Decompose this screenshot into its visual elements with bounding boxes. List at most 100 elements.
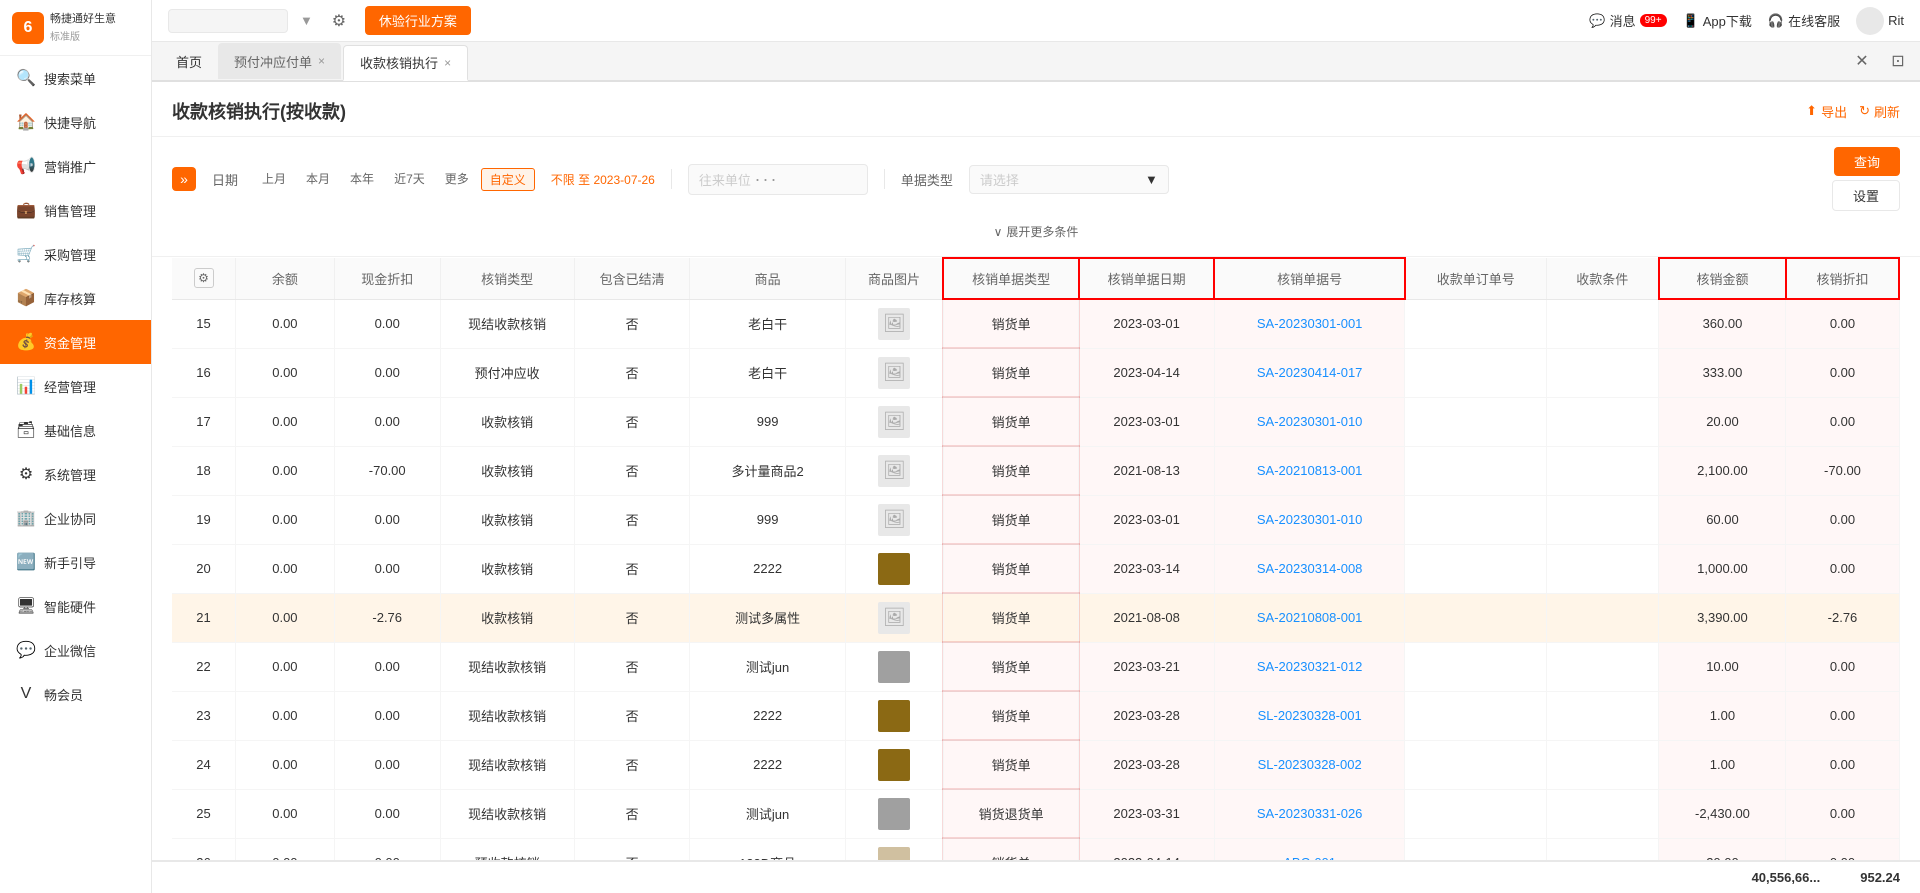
bill-no-link[interactable]: SA-20210813-001 — [1257, 463, 1363, 478]
cell-balance: 0.00 — [236, 838, 335, 860]
last-7days-button[interactable]: 近7天 — [386, 168, 433, 191]
cell-bill-no[interactable]: SA-20230414-017 — [1214, 348, 1405, 397]
sidebar-item-purchase[interactable]: 🛒 采购管理 — [0, 232, 151, 276]
cell-bill-no[interactable]: SA-20230321-012 — [1214, 642, 1405, 691]
user-profile[interactable]: Rit — [1856, 7, 1904, 35]
filter-bar: » 日期 上月 本月 本年 近7天 更多 自定义 不限 至 2023-07-26… — [152, 137, 1920, 257]
table-footer: 40,556,66... 952.24 — [152, 860, 1920, 893]
cell-amount: 1.00 — [1659, 740, 1786, 789]
goods-image: 🖼 — [878, 308, 910, 340]
bill-no-link[interactable]: SA-20210808-001 — [1257, 610, 1363, 625]
sidebar-item-inventory[interactable]: 📦 库存核算 — [0, 276, 151, 320]
query-button[interactable]: 查询 — [1834, 147, 1900, 176]
refresh-button[interactable]: ↻ 刷新 — [1859, 102, 1900, 121]
cell-receipt-no — [1405, 838, 1546, 860]
sidebar-item-base[interactable]: 🗃 基础信息 — [0, 408, 151, 452]
sidebar-item-biz[interactable]: 📊 经营管理 — [0, 364, 151, 408]
export-icon: ⬆ — [1806, 103, 1817, 119]
bill-type-select[interactable]: 请选择 ▼ — [969, 165, 1169, 194]
tab-receipt-cancel-close[interactable]: × — [444, 56, 451, 70]
tab-home[interactable]: 首页 — [160, 43, 218, 79]
cell-condition — [1546, 348, 1659, 397]
filter-toggle-button[interactable]: » — [172, 167, 196, 191]
sidebar-item-wechat[interactable]: 💬 企业微信 — [0, 628, 151, 672]
cell-bill-type: 销货单 — [943, 495, 1079, 544]
cell-bill-no[interactable]: SA-20210813-001 — [1214, 446, 1405, 495]
goods-image — [878, 749, 910, 781]
custom-date-button[interactable]: 自定义 — [481, 168, 535, 191]
col-header-type: 核销类型 — [440, 258, 574, 299]
sidebar-item-corp[interactable]: 🏢 企业协同 — [0, 496, 151, 540]
table-row: 240.000.00现结收款核销否2222销货单2023-03-28SL-202… — [172, 740, 1899, 789]
bill-no-link[interactable]: SA-20230331-026 — [1257, 806, 1363, 821]
tab-receipt-cancel[interactable]: 收款核销执行 × — [343, 45, 468, 81]
cell-bill-no[interactable]: SL-20230328-002 — [1214, 740, 1405, 789]
sidebar-item-member[interactable]: V 畅会员 — [0, 672, 151, 716]
sidebar-item-search[interactable]: 🔍 搜索菜单 — [0, 56, 151, 100]
cell-cash-discount: 0.00 — [334, 299, 440, 348]
sidebar-item-marketing[interactable]: 📢 营销推广 — [0, 144, 151, 188]
sidebar-item-label-inventory: 库存核算 — [44, 289, 96, 308]
cell-bill-no[interactable]: SL-20230328-001 — [1214, 691, 1405, 740]
bill-no-link[interactable]: SA-20230301-010 — [1257, 414, 1363, 429]
setting-button[interactable]: 设置 — [1832, 180, 1900, 211]
sidebar-item-nav[interactable]: 🏠 快捷导航 — [0, 100, 151, 144]
bill-no-link[interactable]: SL-20230328-001 — [1258, 708, 1362, 723]
cell-bill-no[interactable]: SA-20230314-008 — [1214, 544, 1405, 593]
cell-bill-no[interactable]: SA-20230331-026 — [1214, 789, 1405, 838]
expand-window-icon[interactable]: ⊡ — [1884, 47, 1912, 75]
expand-more-button[interactable]: ∨ 展开更多条件 — [988, 217, 1085, 246]
bill-no-link[interactable]: SL-20230328-002 — [1258, 757, 1362, 772]
message-button[interactable]: 💬 消息 99+ — [1589, 11, 1666, 30]
bill-no-link[interactable]: SA-20230314-008 — [1257, 561, 1363, 576]
table-row: 200.000.00收款核销否2222销货单2023-03-14SA-20230… — [172, 544, 1899, 593]
bill-no-link[interactable]: SA-20230321-012 — [1257, 659, 1363, 674]
expand-more-label: 展开更多条件 — [1006, 223, 1078, 240]
partner-filter-input[interactable]: 往来单位 ··· — [688, 164, 868, 195]
avatar — [1856, 7, 1884, 35]
goods-image: 🖼 — [878, 602, 910, 634]
sidebar-item-sales[interactable]: 💼 销售管理 — [0, 188, 151, 232]
search-input[interactable] — [168, 9, 288, 33]
sidebar-item-hardware[interactable]: 🖥 智能硬件 — [0, 584, 151, 628]
bill-no-link[interactable]: SA-20230301-001 — [1257, 316, 1363, 331]
export-button[interactable]: ⬆ 导出 — [1806, 102, 1847, 121]
cell-cash-discount: -2.76 — [334, 593, 440, 642]
last-month-button[interactable]: 上月 — [254, 168, 294, 191]
cell-bill-no[interactable]: SA-20210808-001 — [1214, 593, 1405, 642]
this-month-button[interactable]: 本月 — [298, 168, 338, 191]
chevron-down-icon[interactable]: ▼ — [300, 13, 313, 28]
industry-solution-button[interactable]: 休验行业方案 — [365, 6, 471, 35]
cell-bill-no[interactable]: SA-20230301-010 — [1214, 397, 1405, 446]
more-date-button[interactable]: 更多 — [437, 168, 477, 191]
cell-cash-discount: 0.00 — [334, 348, 440, 397]
tab-prepay-close[interactable]: × — [318, 54, 325, 68]
cell-bill-date: 2023-03-28 — [1079, 691, 1215, 740]
cell-bill-no[interactable]: SA-20230301-010 — [1214, 495, 1405, 544]
col-header-settings[interactable]: ⚙ — [172, 258, 236, 299]
bill-no-link[interactable]: SA-20230301-010 — [1257, 512, 1363, 527]
sidebar-item-sys[interactable]: ⚙ 系统管理 — [0, 452, 151, 496]
online-service-button[interactable]: 🎧 在线客服 — [1768, 11, 1840, 30]
app-download-button[interactable]: 📱 App下载 — [1683, 11, 1752, 30]
sidebar-item-finance[interactable]: 💰 资金管理 — [0, 320, 151, 364]
filter-divider — [671, 169, 672, 189]
cell-cash-discount: -70.00 — [334, 446, 440, 495]
tab-prepay[interactable]: 预付冲应付单 × — [218, 43, 341, 79]
cell-balance: 0.00 — [236, 593, 335, 642]
close-window-icon[interactable]: ✕ — [1848, 47, 1876, 75]
partner-more-icon[interactable]: ··· — [754, 169, 778, 189]
bill-no-link[interactable]: SA-20230414-017 — [1257, 365, 1363, 380]
cell-bill-no[interactable]: ABC-001 — [1214, 838, 1405, 860]
cell-bill-date: 2021-08-08 — [1079, 593, 1215, 642]
cell-bill-date: 2023-03-31 — [1079, 789, 1215, 838]
col-header-bill-type: 核销单据类型 — [943, 258, 1079, 299]
this-year-button[interactable]: 本年 — [342, 168, 382, 191]
cell-condition — [1546, 642, 1659, 691]
logo-icon: 6 — [12, 12, 44, 44]
cell-bill-no[interactable]: SA-20230301-001 — [1214, 299, 1405, 348]
cell-bill-type: 销货单 — [943, 348, 1079, 397]
sidebar-item-guide[interactable]: 🆕 新手引导 — [0, 540, 151, 584]
refresh-label: 刷新 — [1874, 102, 1900, 121]
settings-icon[interactable]: ⚙ — [325, 7, 353, 35]
